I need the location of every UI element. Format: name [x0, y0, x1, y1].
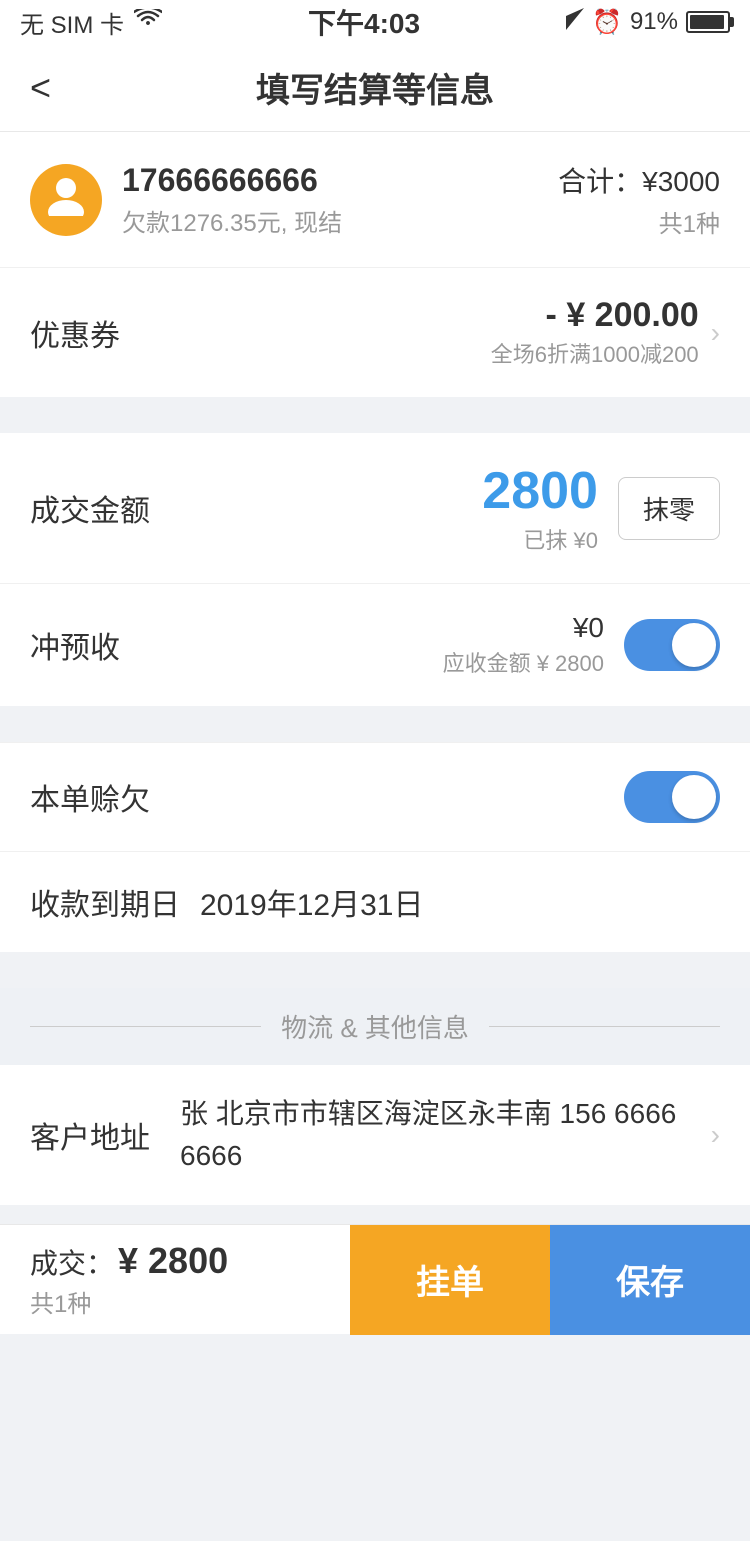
coupon-desc: 全场6折满1000减200 [491, 337, 699, 369]
amount-erased: 已抹 ¥0 [482, 523, 598, 555]
prepayment-value: ¥0 [443, 612, 604, 644]
prepayment-toggle[interactable] [624, 619, 720, 671]
coupon-info: - ¥ 200.00 全场6折满1000减200 [491, 296, 699, 369]
section-divider-1 [0, 413, 750, 433]
due-date-row: 收款到期日 2019年12月31日 [0, 851, 750, 952]
address-chevron-icon: › [711, 1119, 720, 1151]
customer-phone: 17666666666 [122, 162, 342, 199]
credit-debt-label: 本单赊欠 [30, 775, 150, 819]
back-button[interactable]: < [30, 67, 51, 109]
bottom-summary-count: 共1种 [30, 1284, 320, 1319]
customer-debt: 欠款1276.35元, 现结 [122, 203, 342, 238]
round-button[interactable]: 抹零 [618, 477, 720, 540]
bottom-summary-row: 成交： ¥ 2800 [30, 1240, 320, 1282]
credit-debt-row: 本单赊欠 [0, 742, 750, 851]
prepayment-desc: 应收金额 ¥ 2800 [443, 646, 604, 678]
battery-icon [686, 11, 730, 33]
customer-left: 17666666666 欠款1276.35元, 现结 [30, 162, 342, 238]
credit-debt-toggle-knob [672, 775, 716, 819]
prepayment-label: 冲预收 [30, 623, 120, 667]
status-left: 无 SIM 卡 [20, 5, 162, 40]
prepayment-toggle-knob [672, 623, 716, 667]
coupon-label: 优惠券 [30, 311, 120, 355]
avatar [30, 164, 102, 236]
coupon-right: - ¥ 200.00 全场6折满1000减200 › [491, 296, 720, 369]
credit-debt-card: 本单赊欠 收款到期日 2019年12月31日 [0, 742, 750, 952]
transaction-amount-value: 2800 [482, 461, 598, 521]
customer-info: 17666666666 欠款1276.35元, 现结 [122, 162, 342, 238]
logistics-section-title-row: 物流 & 其他信息 [0, 988, 750, 1065]
section-title-line-right [489, 1026, 720, 1027]
section-title-line-left [30, 1026, 261, 1027]
nav-bar: < 填写结算等信息 [0, 44, 750, 132]
location-icon [566, 8, 584, 37]
transaction-amount-row: 成交金额 2800 已抹 ¥0 抹零 [0, 433, 750, 583]
avatar-icon [44, 172, 88, 227]
save-button[interactable]: 保存 [550, 1225, 750, 1335]
prepayment-values: ¥0 应收金额 ¥ 2800 [443, 612, 604, 678]
coupon-chevron-icon: › [711, 317, 720, 349]
section-divider-3 [0, 968, 750, 988]
amount-right: 2800 已抹 ¥0 抹零 [482, 461, 720, 555]
customer-card: 17666666666 欠款1276.35元, 现结 合计：¥3000 共1种 … [0, 132, 750, 397]
battery-percent: 91% [630, 8, 678, 36]
transaction-amount-label: 成交金额 [30, 486, 150, 530]
hold-button[interactable]: 挂单 [350, 1225, 550, 1335]
status-right: ⏰ 91% [566, 8, 730, 37]
address-card: 客户地址 张 北京市市辖区海淀区永丰南 156 6666 6666 › [0, 1065, 750, 1205]
due-date-label: 收款到期日 [30, 880, 180, 924]
page-title: 填写结算等信息 [256, 63, 494, 112]
customer-row: 17666666666 欠款1276.35元, 现结 合计：¥3000 共1种 [0, 132, 750, 267]
status-bar: 无 SIM 卡 下午4:03 ⏰ 91% [0, 0, 750, 44]
customer-count: 共1种 [558, 204, 720, 239]
prepayment-right: ¥0 应收金额 ¥ 2800 [443, 612, 720, 678]
coupon-amount: - ¥ 200.00 [491, 296, 699, 335]
credit-debt-toggle[interactable] [624, 771, 720, 823]
credit-debt-right [624, 771, 720, 823]
prepayment-row: 冲预收 ¥0 应收金额 ¥ 2800 [0, 583, 750, 706]
bottom-summary: 成交： ¥ 2800 共1种 [0, 1240, 350, 1319]
alarm-icon: ⏰ [592, 8, 622, 37]
status-time: 下午4:03 [308, 2, 420, 42]
wifi-icon [134, 8, 162, 36]
amount-value-wrap: 2800 已抹 ¥0 [482, 461, 598, 555]
bottom-bar: 成交： ¥ 2800 共1种 挂单 保存 [0, 1224, 750, 1334]
customer-total: 合计：¥3000 [558, 160, 720, 200]
section-divider-2 [0, 722, 750, 742]
address-row[interactable]: 客户地址 张 北京市市辖区海淀区永丰南 156 6666 6666 › [0, 1065, 750, 1205]
due-date-value: 2019年12月31日 [200, 880, 423, 924]
logistics-section-title: 物流 & 其他信息 [281, 1008, 469, 1045]
amount-card: 成交金额 2800 已抹 ¥0 抹零 冲预收 ¥0 应收金额 ¥ 2800 [0, 433, 750, 706]
bottom-summary-amount: ¥ 2800 [118, 1240, 228, 1282]
coupon-row[interactable]: 优惠券 - ¥ 200.00 全场6折满1000减200 › [0, 267, 750, 397]
address-label: 客户地址 [30, 1113, 150, 1157]
carrier-label: 无 SIM 卡 [20, 5, 124, 40]
address-value: 张 北京市市辖区海淀区永丰南 156 6666 6666 [180, 1093, 701, 1177]
bottom-summary-amount-label: 成交： [30, 1242, 114, 1282]
customer-right: 合计：¥3000 共1种 [558, 160, 720, 239]
